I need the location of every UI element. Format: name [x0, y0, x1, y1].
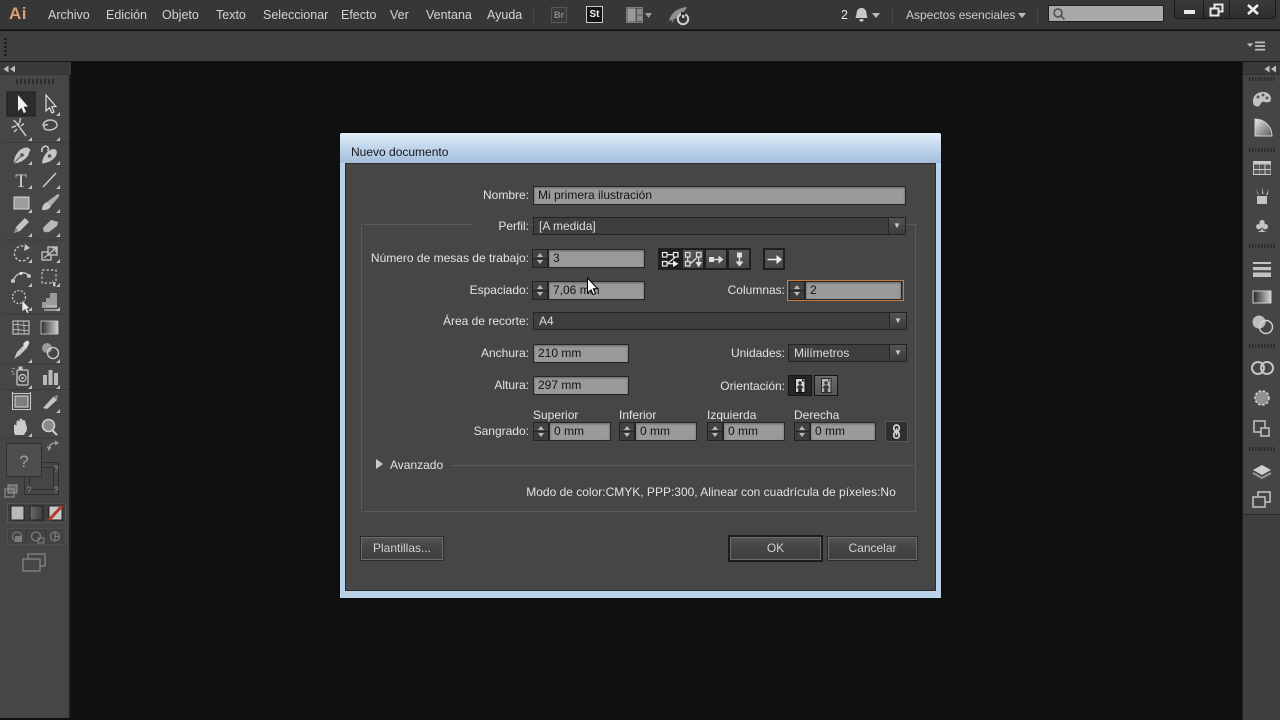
svg-text:T: T	[15, 171, 27, 192]
svg-text:?: ?	[53, 485, 58, 495]
svg-text:?: ?	[26, 485, 31, 495]
svg-text:♣: ♣	[1255, 215, 1268, 237]
svg-text:?: ?	[53, 464, 58, 474]
svg-text:?: ?	[19, 452, 28, 471]
